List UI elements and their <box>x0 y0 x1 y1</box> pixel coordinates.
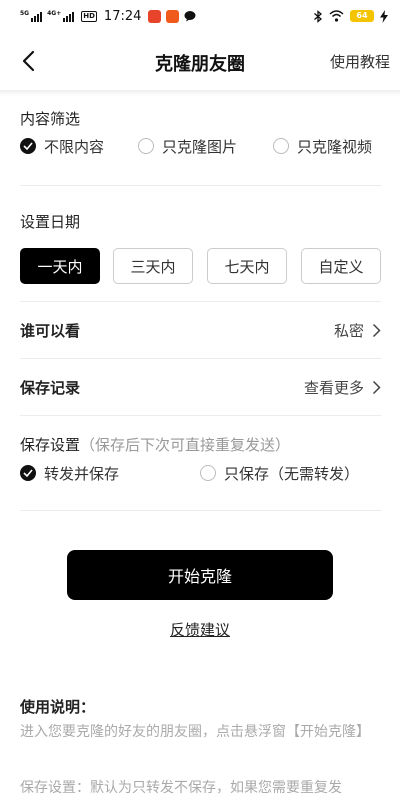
nav-header: 克隆朋友圈 使用教程 <box>0 32 400 90</box>
records-row[interactable]: 保存记录 查看更多 <box>20 359 381 415</box>
divider <box>20 510 381 511</box>
records-label: 保存记录 <box>20 378 81 397</box>
visibility-value: 私密 <box>333 321 364 340</box>
save-option-forward-and-save[interactable]: 转发并保存 <box>20 463 119 484</box>
save-option-save-only[interactable]: 只保存（无需转发） <box>200 463 359 484</box>
start-clone-button[interactable]: 开始克隆 <box>67 550 333 600</box>
chevron-right-icon <box>372 380 381 394</box>
usage-text-2: 保存设置：默认为只转发不保存，如果您需要重复发 <box>20 780 342 796</box>
battery-icon: 64 <box>350 10 374 22</box>
chat-bubble-icon <box>184 11 196 22</box>
date-option-seven-days[interactable]: 七天内 <box>207 248 287 284</box>
radio-unchecked-icon <box>273 138 289 154</box>
header-shadow <box>0 90 400 96</box>
wifi-icon <box>329 10 344 22</box>
visibility-label: 谁可以看 <box>20 321 81 340</box>
charging-icon <box>380 9 388 23</box>
date-option-custom[interactable]: 自定义 <box>301 248 381 284</box>
check-icon <box>20 465 36 481</box>
filter-option-images[interactable]: 只克隆图片 <box>138 136 237 157</box>
signal-4g-icon: 4G+ <box>47 10 75 22</box>
save-setting-hint: （保存后下次可直接重复发送） <box>80 436 291 454</box>
divider <box>20 415 381 416</box>
date-setting-title: 设置日期 <box>20 213 81 231</box>
save-setting-title: 保存设置（保存后下次可直接重复发送） <box>20 436 291 454</box>
records-value: 查看更多 <box>303 378 364 397</box>
app-notification-icon <box>166 9 180 23</box>
status-bar: 5G 4G+ HD 17:24 64 <box>0 0 400 32</box>
radio-unchecked-icon <box>200 465 216 481</box>
chevron-right-icon <box>372 323 381 337</box>
radio-unchecked-icon <box>138 138 154 154</box>
filter-option-all[interactable]: 不限内容 <box>20 136 104 157</box>
bluetooth-icon <box>314 9 323 23</box>
content-filter-title: 内容筛选 <box>20 110 81 128</box>
app-notification-icon <box>148 9 162 23</box>
usage-title: 使用说明： <box>20 698 96 716</box>
feedback-link[interactable]: 反馈建议 <box>170 621 230 639</box>
date-option-three-days[interactable]: 三天内 <box>113 248 193 284</box>
feedback-container: 反馈建议 <box>0 619 400 640</box>
visibility-row[interactable]: 谁可以看 私密 <box>20 302 381 358</box>
status-time: 17:24 <box>103 8 142 24</box>
usage-text-1: 进入您要克隆的好友的朋友圈，点击悬浮窗【开始克隆】 <box>20 724 370 740</box>
filter-option-videos[interactable]: 只克隆视频 <box>273 136 372 157</box>
hd-voice-icon: HD <box>81 10 97 22</box>
divider <box>20 185 381 186</box>
check-icon <box>20 138 36 154</box>
date-option-one-day[interactable]: 一天内 <box>20 248 100 284</box>
signal-5g-icon: 5G <box>20 10 43 22</box>
tutorial-link[interactable]: 使用教程 <box>330 51 390 72</box>
